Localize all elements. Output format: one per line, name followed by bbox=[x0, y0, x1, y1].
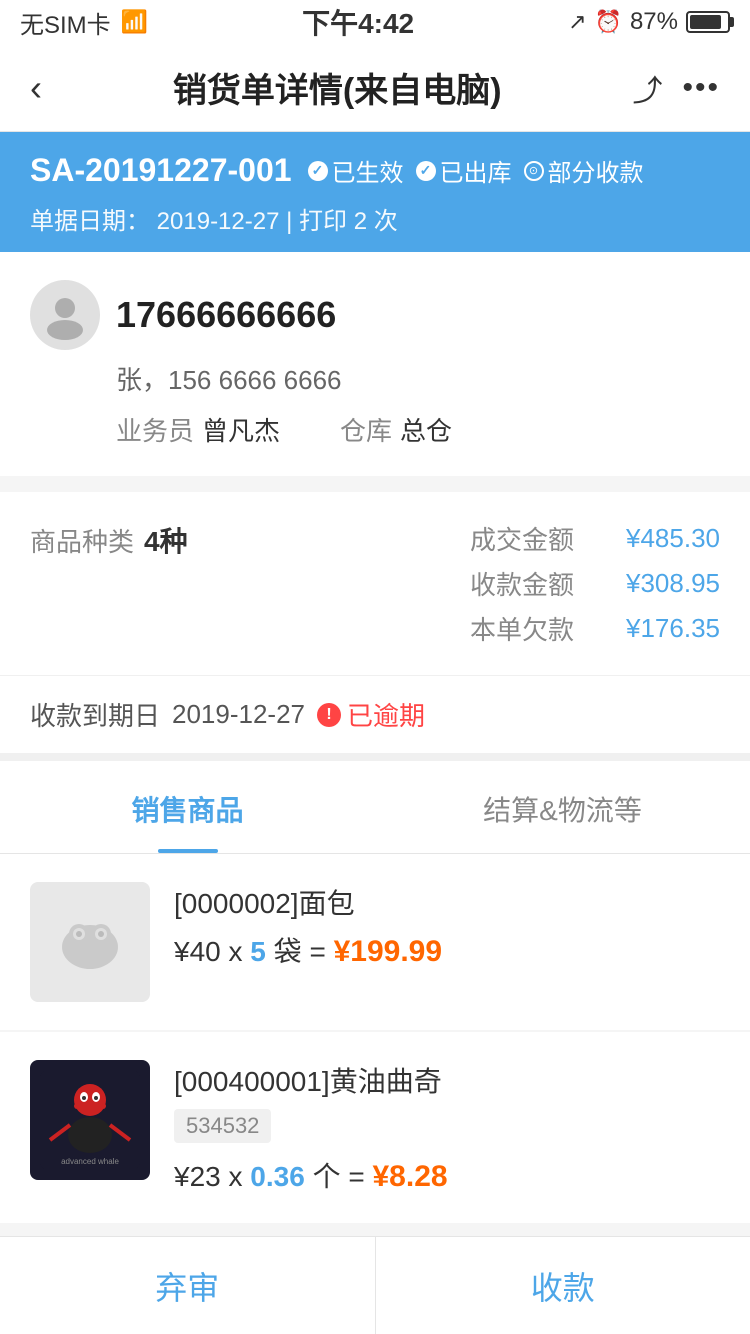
salesperson-item: 业务员 曾凡杰 bbox=[116, 411, 280, 448]
due-date: 2019-12-27 bbox=[172, 699, 305, 730]
order-id: SA-20191227-001 bbox=[30, 152, 292, 189]
product-total-2: ¥8.28 bbox=[373, 1160, 448, 1193]
product-types-value: 4种 bbox=[144, 520, 188, 560]
nav-bar: ‹ 销货单详情(来自电脑) ⤴ ••• bbox=[0, 44, 750, 132]
avatar bbox=[30, 280, 100, 350]
warehouse-item: 仓库 总仓 bbox=[340, 411, 452, 448]
avatar-icon bbox=[40, 290, 90, 340]
customer-phone-display: 17666666666 bbox=[116, 294, 336, 336]
page-title: 销货单详情(来自电脑) bbox=[173, 63, 502, 112]
deal-amount-value: ¥485.30 bbox=[590, 523, 720, 554]
product-qty-2: 0.36 bbox=[250, 1161, 305, 1192]
customer-section: 17666666666 张，156 6666 6666 业务员 曾凡杰 仓库 总… bbox=[0, 252, 750, 476]
product-total-1: ¥199.99 bbox=[334, 935, 442, 968]
product-card-1: [0000002]面包 ¥40 x 5 袋 = ¥199.99 bbox=[0, 854, 750, 1030]
deal-amount-item: 成交金额 ¥485.30 bbox=[470, 520, 720, 557]
stats-row: 商品种类 4种 成交金额 ¥485.30 收款金额 ¥308.95 本单欠款 ¥… bbox=[30, 520, 720, 647]
tab-sales-products[interactable]: 销售商品 bbox=[0, 761, 375, 853]
status-tag-effective: ✓ 已生效 bbox=[308, 153, 404, 188]
header-banner: SA-20191227-001 ✓ 已生效 ✓ 已出库 ⊙ 部分收款 单据日期：… bbox=[0, 132, 750, 252]
due-label: 收款到期日 bbox=[30, 696, 160, 733]
product-info-1: [0000002]面包 ¥40 x 5 袋 = ¥199.99 bbox=[174, 882, 720, 970]
check-icon-2: ✓ bbox=[416, 161, 436, 181]
product-card-2: advanced whale [000400001]黄油曲奇 534532 ¥2… bbox=[0, 1032, 750, 1223]
wifi-icon: 📶 bbox=[121, 9, 148, 35]
product-price-1: ¥40 x 5 袋 = ¥199.99 bbox=[174, 930, 720, 970]
back-button[interactable]: ‹ bbox=[30, 67, 42, 109]
tabs-section: 销售商品 结算&物流等 bbox=[0, 753, 750, 854]
status-tag-partial: ⊙ 部分收款 bbox=[524, 153, 644, 188]
location-icon: ↗ bbox=[568, 9, 586, 35]
status-left: 无SIM卡 📶 bbox=[20, 5, 148, 40]
divider-1 bbox=[0, 476, 750, 492]
battery-icon bbox=[686, 11, 730, 33]
salesperson-label: 业务员 bbox=[116, 411, 194, 448]
product-qty-1: 5 bbox=[250, 936, 266, 967]
status-tags: ✓ 已生效 ✓ 已出库 ⊙ 部分收款 bbox=[308, 153, 644, 188]
warehouse-value: 总仓 bbox=[400, 411, 452, 448]
warehouse-label: 仓库 bbox=[340, 411, 392, 448]
product-image-2: advanced whale bbox=[30, 1060, 150, 1180]
owl-icon bbox=[50, 902, 130, 982]
overdue-text: 已逾期 bbox=[347, 696, 425, 733]
stats-section: 商品种类 4种 成交金额 ¥485.30 收款金额 ¥308.95 本单欠款 ¥… bbox=[0, 492, 750, 675]
abandon-review-button[interactable]: 弃审 bbox=[0, 1237, 376, 1334]
alarm-icon: ⏰ bbox=[595, 9, 622, 35]
product-name-1: [0000002]面包 bbox=[174, 882, 720, 922]
products-section: [0000002]面包 ¥40 x 5 袋 = ¥199.99 bbox=[0, 854, 750, 1223]
status-time: 下午4:42 bbox=[302, 2, 414, 42]
product-types-label: 商品种类 bbox=[30, 522, 134, 559]
status-right: ↗ ⏰ 87% bbox=[568, 8, 730, 36]
bottom-bar: 弃审 收款 bbox=[0, 1236, 750, 1334]
battery-text: 87% bbox=[630, 8, 678, 36]
overdue-icon: ! bbox=[317, 703, 341, 727]
product-name-2: [000400001]黄油曲奇 bbox=[174, 1060, 720, 1100]
stats-right: 成交金额 ¥485.30 收款金额 ¥308.95 本单欠款 ¥176.35 bbox=[470, 520, 720, 647]
nav-actions: ⤴ ••• bbox=[632, 66, 720, 110]
received-value: ¥308.95 bbox=[590, 568, 720, 599]
product-badge-2: 534532 bbox=[174, 1109, 271, 1143]
product-placeholder-1 bbox=[30, 882, 150, 1002]
check-icon-1: ✓ bbox=[308, 161, 328, 181]
product-price-2: ¥23 x 0.36 个 = ¥8.28 bbox=[174, 1155, 720, 1195]
customer-name-phone: 张，156 6666 6666 bbox=[116, 360, 720, 397]
status-bar: 无SIM卡 📶 下午4:42 ↗ ⏰ 87% bbox=[0, 0, 750, 44]
share-icon[interactable]: ⤴ bbox=[632, 66, 662, 110]
status-tag-shipped: ✓ 已出库 bbox=[416, 153, 512, 188]
product-types: 商品种类 4种 bbox=[30, 520, 188, 560]
svg-text:advanced whale: advanced whale bbox=[61, 1157, 119, 1166]
deal-amount-label: 成交金额 bbox=[470, 520, 574, 557]
collect-payment-button[interactable]: 收款 bbox=[376, 1237, 750, 1334]
carrier-text: 无SIM卡 bbox=[20, 5, 111, 40]
more-icon[interactable]: ••• bbox=[682, 71, 720, 105]
customer-row: 17666666666 bbox=[30, 280, 720, 350]
customer-meta: 业务员 曾凡杰 仓库 总仓 bbox=[116, 411, 720, 448]
owed-item: 本单欠款 ¥176.35 bbox=[470, 610, 720, 647]
salesperson-value: 曾凡杰 bbox=[202, 411, 280, 448]
owed-label: 本单欠款 bbox=[470, 610, 574, 647]
overdue-badge: ! 已逾期 bbox=[317, 696, 425, 733]
received-item: 收款金额 ¥308.95 bbox=[470, 565, 720, 602]
clock-icon: ⊙ bbox=[524, 161, 544, 181]
owed-value: ¥176.35 bbox=[590, 613, 720, 644]
due-section: 收款到期日 2019-12-27 ! 已逾期 bbox=[0, 675, 750, 753]
banner-sub: 单据日期： 2019-12-27 | 打印 2 次 bbox=[30, 201, 720, 236]
product-logo-2: advanced whale bbox=[40, 1070, 140, 1170]
product-image-1 bbox=[30, 882, 150, 1002]
banner-top: SA-20191227-001 ✓ 已生效 ✓ 已出库 ⊙ 部分收款 bbox=[30, 152, 720, 189]
tab-settlement[interactable]: 结算&物流等 bbox=[375, 761, 750, 853]
received-label: 收款金额 bbox=[470, 565, 574, 602]
product-info-2: [000400001]黄油曲奇 534532 ¥23 x 0.36 个 = ¥8… bbox=[174, 1060, 720, 1195]
